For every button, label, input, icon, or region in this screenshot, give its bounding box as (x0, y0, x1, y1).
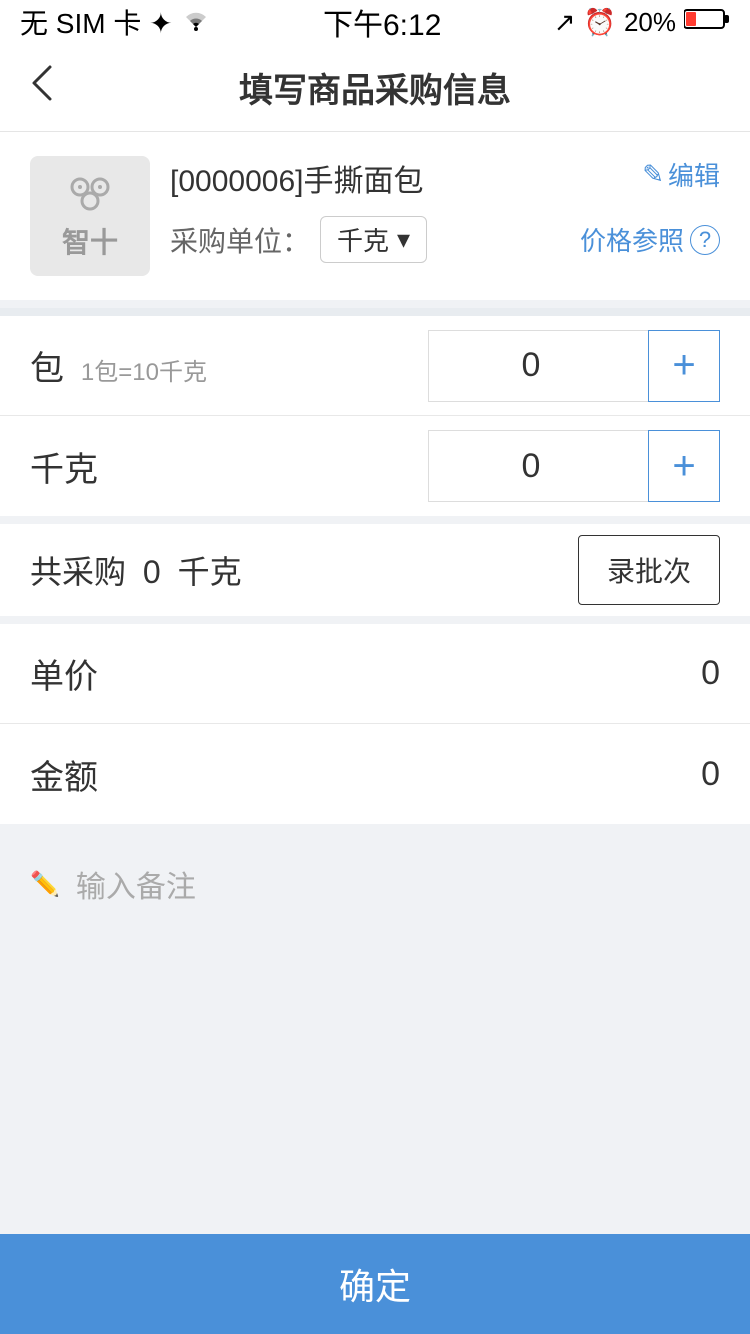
product-name: [0000006]手撕面包 (170, 156, 423, 200)
notes-section[interactable]: ✏️ 输入备注 (0, 832, 750, 1032)
amount-row: 金额 0 (0, 724, 750, 824)
status-right: ↗ ⏰ 20% (554, 7, 730, 38)
confirm-button[interactable]: 确定 (0, 1234, 750, 1334)
quantity-row-kg: 千克 + (0, 416, 750, 516)
page-title: 填写商品采购信息 (239, 63, 511, 112)
product-info: [0000006]手撕面包 ✎ 编辑 采购单位： 千克 ▾ 价格参照 ? (170, 156, 720, 263)
unit-selector[interactable]: 千克 ▾ (320, 216, 427, 263)
bag-plus-button[interactable]: + (648, 330, 720, 402)
notes-placeholder: 输入备注 (76, 862, 196, 906)
total-row: 共采购 0 千克 录批次 (0, 524, 750, 624)
dropdown-icon: ▾ (397, 224, 410, 255)
edit-button[interactable]: ✎ 编辑 (642, 156, 720, 193)
unit-price-row: 单价 0 (0, 624, 750, 724)
status-left: 无 SIM 卡 ✦ (20, 2, 211, 42)
battery-label: 20% (624, 7, 676, 38)
kg-quantity-input[interactable] (428, 430, 648, 502)
amount-label: 金额 (30, 750, 98, 799)
help-icon: ? (690, 225, 720, 255)
bag-quantity-input[interactable] (428, 330, 648, 402)
nav-bar: 填写商品采购信息 (0, 44, 750, 132)
product-image: 智十 (30, 156, 150, 276)
status-time: 下午6:12 (323, 0, 441, 44)
location-icon: ↗ (554, 7, 576, 38)
quantity-row-bag: 包 1包=10千克 + (0, 316, 750, 416)
bag-sublabel: 1包=10千克 (81, 359, 207, 386)
divider-1 (0, 308, 750, 316)
total-text: 共采购 0 千克 (30, 547, 242, 593)
battery-icon (684, 7, 730, 38)
price-ref-button[interactable]: 价格参照 ? (580, 221, 720, 258)
batch-button[interactable]: 录批次 (578, 535, 720, 605)
total-unit: 千克 (178, 554, 242, 590)
product-logo: 智十 (62, 221, 118, 261)
total-prefix: 共采购 (30, 554, 126, 590)
unit-price-value: 0 (701, 654, 720, 693)
alarm-icon: ⏰ (584, 7, 616, 38)
status-bar: 无 SIM 卡 ✦ 下午6:12 ↗ ⏰ 20% (0, 0, 750, 44)
unit-label: 采购单位： (170, 220, 310, 260)
kg-label: 千克 (30, 451, 98, 489)
unit-value: 千克 (337, 221, 389, 258)
price-section: 单价 0 金额 0 (0, 624, 750, 832)
confirm-label: 确定 (339, 1258, 411, 1310)
wifi-icon (181, 6, 211, 38)
pencil-icon: ✏️ (30, 870, 60, 899)
kg-plus-button[interactable]: + (648, 430, 720, 502)
price-ref-label: 价格参照 (580, 221, 684, 258)
edit-icon: ✎ (642, 159, 664, 190)
amount-value: 0 (701, 755, 720, 794)
product-card: 智十 [0000006]手撕面包 ✎ 编辑 采购单位： 千克 ▾ 价格参照 ? (0, 132, 750, 308)
bottom-spacer (0, 1032, 750, 1132)
total-amount: 0 (143, 554, 161, 590)
quantity-section: 包 1包=10千克 + 千克 + (0, 316, 750, 524)
bag-label: 包 (30, 350, 64, 388)
back-button[interactable] (30, 63, 54, 113)
sim-label: 无 SIM 卡 ✦ (20, 2, 173, 42)
unit-price-label: 单价 (30, 649, 98, 698)
